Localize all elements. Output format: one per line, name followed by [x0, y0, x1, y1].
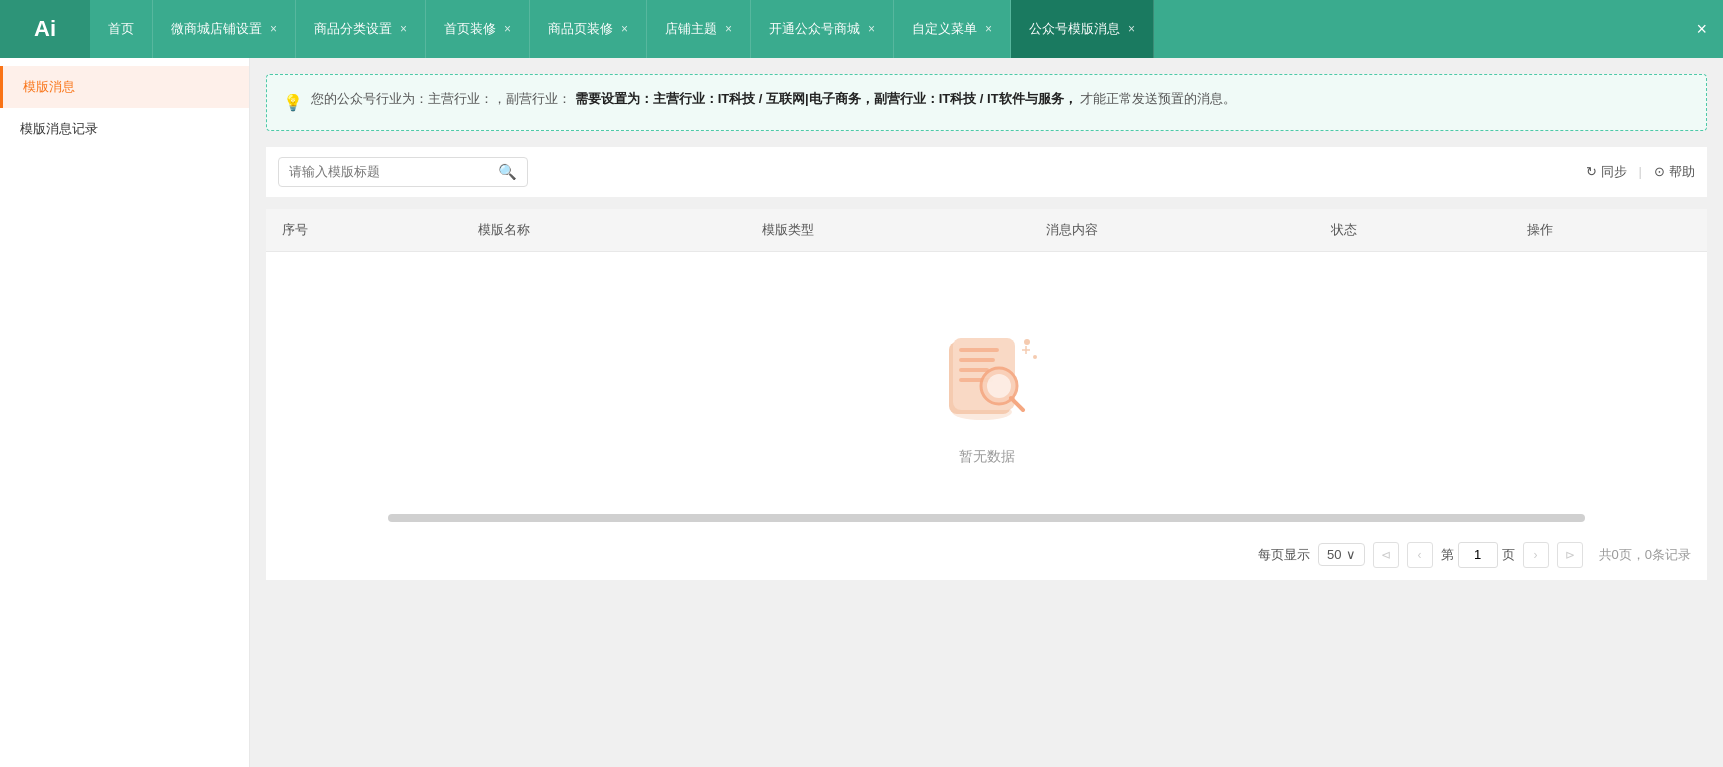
empty-illustration: [927, 312, 1047, 432]
nav-tab-theme[interactable]: 店铺主题×: [647, 0, 751, 58]
close-all-button[interactable]: ×: [1680, 0, 1723, 58]
empty-state: 暂无数据: [266, 252, 1707, 506]
col-header-index: 序号: [266, 209, 462, 252]
col-header-name: 模版名称: [462, 209, 746, 252]
nav-tab-product-dec[interactable]: 商品页装修×: [530, 0, 647, 58]
main-layout: 模版消息模版消息记录 💡 您的公众号行业为：主营行业：，副营行业： 需要设置为：…: [0, 58, 1723, 767]
svg-rect-5: [959, 368, 989, 372]
top-navbar: Ai 首页微商城店铺设置×商品分类设置×首页装修×商品页装修×店铺主题×开通公众…: [0, 0, 1723, 58]
nav-tab-open-mall[interactable]: 开通公众号商城×: [751, 0, 894, 58]
content-area: 💡 您的公众号行业为：主营行业：，副营行业： 需要设置为：主营行业：IT科技 /…: [250, 58, 1723, 767]
svg-rect-4: [959, 358, 995, 362]
nav-tab-custom-menu[interactable]: 自定义菜单×: [894, 0, 1011, 58]
col-header-action: 操作: [1511, 209, 1707, 252]
close-tab-icon-category[interactable]: ×: [400, 22, 407, 36]
notice-text: 您的公众号行业为：主营行业：，副营行业： 需要设置为：主营行业：IT科技 / 互…: [311, 89, 1236, 110]
toolbar: 🔍 ↻ 同步 | ⊙ 帮助: [266, 147, 1707, 197]
close-tab-icon-homepage-dec[interactable]: ×: [504, 22, 511, 36]
svg-point-11: [1033, 355, 1037, 359]
notice-box: 💡 您的公众号行业为：主营行业：，副营行业： 需要设置为：主营行业：IT科技 /…: [266, 74, 1707, 131]
toolbar-right: ↻ 同步 | ⊙ 帮助: [1586, 163, 1695, 181]
empty-text: 暂无数据: [959, 448, 1015, 466]
close-tab-icon-product-dec[interactable]: ×: [621, 22, 628, 36]
nav-tab-template-msg[interactable]: 公众号模版消息×: [1011, 0, 1154, 58]
bulb-icon: 💡: [283, 90, 303, 116]
close-tab-icon-template-msg[interactable]: ×: [1128, 22, 1135, 36]
search-input[interactable]: [289, 164, 498, 179]
page-input-wrap: 第 页: [1441, 542, 1515, 568]
last-page-button[interactable]: ⊳: [1557, 542, 1583, 568]
pagination: 每页显示 50 ∨ ⊲ ‹ 第 页 › ⊳ 共0页，0条记录: [266, 530, 1707, 580]
table-header-row: 序号模版名称模版类型消息内容状态操作: [266, 209, 1707, 252]
close-tab-icon-custom-menu[interactable]: ×: [985, 22, 992, 36]
svg-point-10: [1024, 339, 1030, 345]
brand-logo: Ai: [0, 0, 90, 58]
sidebar-item-template-msg-log[interactable]: 模版消息记录: [0, 108, 249, 150]
chevron-down-icon: ∨: [1346, 547, 1356, 562]
sync-button[interactable]: ↻ 同步: [1586, 163, 1627, 181]
col-header-content: 消息内容: [1030, 209, 1314, 252]
nav-tab-category[interactable]: 商品分类设置×: [296, 0, 426, 58]
close-tab-icon-weshop[interactable]: ×: [270, 22, 277, 36]
close-tab-icon-theme[interactable]: ×: [725, 22, 732, 36]
total-info: 共0页，0条记录: [1599, 546, 1691, 564]
data-table: 序号模版名称模版类型消息内容状态操作: [266, 209, 1707, 252]
col-header-type: 模版类型: [746, 209, 1030, 252]
help-icon: ⊙: [1654, 164, 1665, 179]
first-page-button[interactable]: ⊲: [1373, 542, 1399, 568]
col-header-status: 状态: [1315, 209, 1511, 252]
close-tab-icon-open-mall[interactable]: ×: [868, 22, 875, 36]
nav-tab-home[interactable]: 首页: [90, 0, 153, 58]
help-button[interactable]: ⊙ 帮助: [1654, 163, 1695, 181]
search-icon[interactable]: 🔍: [498, 163, 517, 181]
page-input[interactable]: [1458, 542, 1498, 568]
sidebar: 模版消息模版消息记录: [0, 58, 250, 767]
page-size-label: 每页显示: [1258, 546, 1310, 564]
nav-tabs-container: 首页微商城店铺设置×商品分类设置×首页装修×商品页装修×店铺主题×开通公众号商城…: [90, 0, 1680, 58]
scrollbar-bar[interactable]: [388, 514, 1586, 522]
nav-tab-homepage-dec[interactable]: 首页装修×: [426, 0, 530, 58]
notice-highlight: 需要设置为：主营行业：IT科技 / 互联网|电子商务，副营行业：IT科技 / I…: [575, 91, 1077, 106]
sync-icon: ↻: [1586, 164, 1597, 179]
next-page-button[interactable]: ›: [1523, 542, 1549, 568]
sidebar-item-template-msg[interactable]: 模版消息: [0, 66, 249, 108]
svg-point-8: [987, 374, 1011, 398]
scrollbar-track: [266, 506, 1707, 530]
divider: |: [1639, 164, 1642, 179]
search-box[interactable]: 🔍: [278, 157, 528, 187]
nav-tab-weshop[interactable]: 微商城店铺设置×: [153, 0, 296, 58]
page-size-select[interactable]: 50 ∨: [1318, 543, 1364, 566]
prev-page-button[interactable]: ‹: [1407, 542, 1433, 568]
svg-rect-3: [959, 348, 999, 352]
